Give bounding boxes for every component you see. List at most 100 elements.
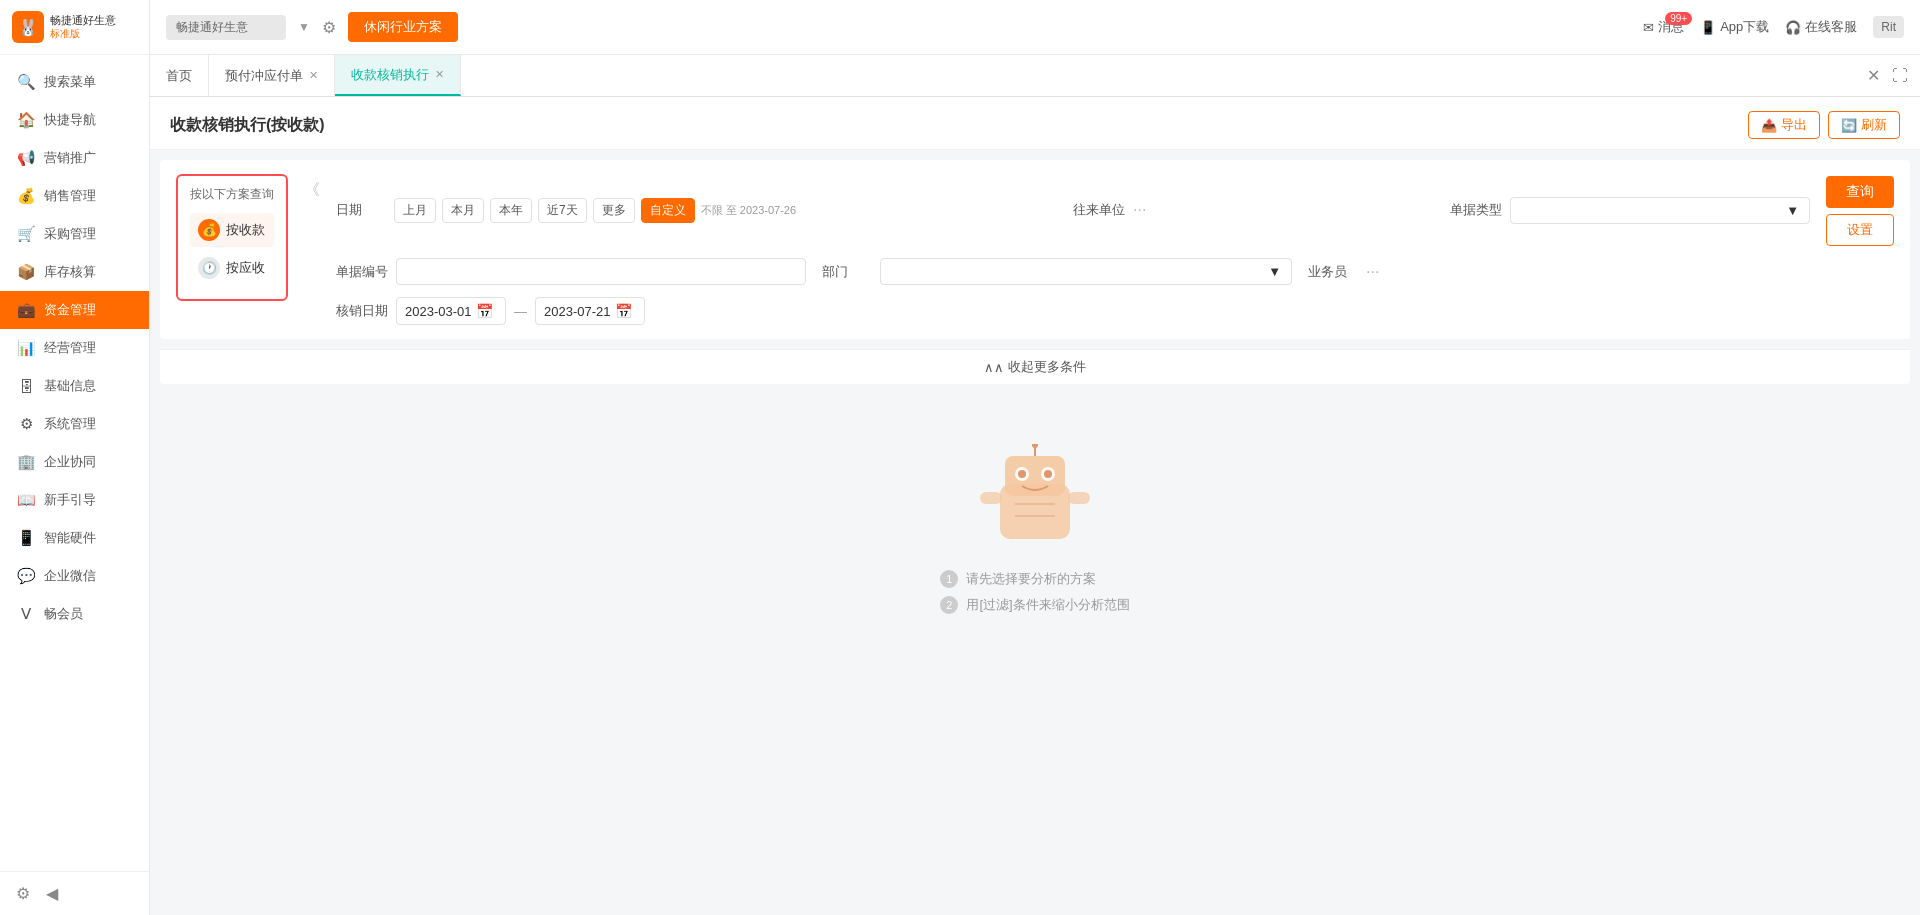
tab-home[interactable]: 首页 <box>150 55 209 96</box>
sidebar-item-search[interactable]: 🔍搜索菜单 <box>0 63 149 101</box>
logo-text: 畅捷通好生意 标准版 <box>50 13 116 41</box>
calendar-start-icon[interactable]: 📅 <box>476 303 493 319</box>
date-no-limit-text: 不限 至 2023-07-26 <box>701 203 796 218</box>
svg-point-4 <box>1018 470 1026 478</box>
filter-collapse-button[interactable]: 《 <box>300 176 324 205</box>
collapse-label: 收起更多条件 <box>1008 358 1086 376</box>
sidebar-item-sales[interactable]: 💰 销售管理 <box>0 177 149 215</box>
dept-select[interactable]: ▼ <box>880 258 1292 285</box>
settings-icon[interactable]: ⚙ <box>16 884 30 903</box>
chevron-down-icon[interactable]: ▼ <box>298 20 310 34</box>
setting-button[interactable]: 设置 <box>1826 214 1894 246</box>
svg-point-9 <box>1032 444 1038 448</box>
collapse-sidebar-icon[interactable]: ◀ <box>46 884 58 903</box>
filter-receivable-label: 按应收 <box>226 259 265 277</box>
page-header: 收款核销执行(按收款) 📤 导出 🔄 刷新 <box>150 97 1920 150</box>
docno-input[interactable] <box>396 258 806 285</box>
date-btn-this-year[interactable]: 本年 <box>490 198 532 223</box>
doctype-select[interactable]: ▼ <box>1510 197 1811 224</box>
inventory-icon: 📦 <box>16 263 36 281</box>
member-icon: Ⅴ <box>16 605 36 623</box>
date-btn-last-month[interactable]: 上月 <box>394 198 436 223</box>
message-badge: 99+ <box>1665 12 1692 25</box>
filter-section-title: 按以下方案查询 <box>190 186 274 203</box>
online-service-button[interactable]: 🎧 在线客服 <box>1785 18 1857 36</box>
sidebar-item-label-marketing: 营销推广 <box>44 149 96 167</box>
empty-robot-illustration <box>975 444 1095 554</box>
tab-prepay-close-icon[interactable]: ✕ <box>309 69 318 82</box>
sidebar-item-marketing[interactable]: 📢 营销推广 <box>0 139 149 177</box>
user-avatar[interactable]: Rit <box>1873 16 1904 38</box>
sidebar-item-operation[interactable]: 📊经营管理 <box>0 329 149 367</box>
sidebar-item-wechat[interactable]: 💬企业微信 <box>0 557 149 595</box>
sidebar-item-basic[interactable]: 🗄基础信息 <box>0 367 149 405</box>
sidebar-item-quick[interactable]: 🏠快捷导航 <box>0 101 149 139</box>
dept-label: 部门 <box>822 263 872 281</box>
app-download-button[interactable]: 📱 App下载 <box>1700 18 1769 36</box>
tab-collection-close-icon[interactable]: ✕ <box>435 68 444 81</box>
doctype-label: 单据类型 <box>1450 201 1502 219</box>
docno-label: 单据编号 <box>336 263 388 281</box>
svg-rect-6 <box>980 492 1002 504</box>
collapse-more-button[interactable]: ∧∧ 收起更多条件 <box>160 349 1910 384</box>
partner-select-dots[interactable]: ··· <box>1133 201 1146 219</box>
export-button[interactable]: 📤 导出 <box>1748 111 1820 139</box>
tab-collection-label: 收款核销执行 <box>351 66 429 84</box>
logo-name: 畅捷通好生意 <box>50 13 116 27</box>
empty-tips: 1 请先选择要分析的方案 2 用[过滤]条件来缩小分析范围 <box>940 570 1129 614</box>
chevron-down-icon: ▼ <box>1268 264 1281 279</box>
sidebar-item-newbie[interactable]: 📖新手引导 <box>0 481 149 519</box>
newbie-icon: 📖 <box>16 491 36 509</box>
sidebar-item-member[interactable]: Ⅴ 畅会员 <box>0 595 149 633</box>
filter-date-field: 日期 上月 本月 本年 近7天 更多 自定义 不限 至 2023-07-26 <box>336 198 1057 223</box>
date-btn-7days[interactable]: 近7天 <box>538 198 587 223</box>
close-window-icon[interactable]: ✕ <box>1863 62 1884 89</box>
sales-icon: 💰 <box>16 187 36 205</box>
tab-collection[interactable]: 收款核销执行 ✕ <box>335 55 461 96</box>
solution-button[interactable]: 休闲行业方案 <box>348 12 458 42</box>
sidebar-item-system[interactable]: ⚙ 系统管理 <box>0 405 149 443</box>
sidebar-item-inventory[interactable]: 📦库存核算 <box>0 253 149 291</box>
salesman-select-dots[interactable]: ··· <box>1366 263 1379 281</box>
date-btn-more[interactable]: 更多 <box>593 198 635 223</box>
refresh-button[interactable]: 🔄 刷新 <box>1828 111 1900 139</box>
service-icon: 🎧 <box>1785 20 1801 35</box>
receipt-icon: 💰 <box>198 219 220 241</box>
maximize-window-icon[interactable]: ⛶ <box>1888 63 1912 89</box>
calendar-end-icon[interactable]: 📅 <box>615 303 632 319</box>
filter-docno-field: 单据编号 <box>336 258 806 285</box>
export-icon: 📤 <box>1761 118 1777 133</box>
message-button[interactable]: ✉ 消息 99+ <box>1643 18 1684 36</box>
hardware-icon: 📱 <box>16 529 36 547</box>
filter-option-receivable[interactable]: 🕐 按应收 <box>190 251 274 285</box>
verify-date-start-input[interactable]: 2023-03-01 📅 <box>396 297 506 325</box>
tip-num-2: 2 <box>940 596 958 614</box>
marketing-icon: 📢 <box>16 149 36 167</box>
query-button[interactable]: 查询 <box>1826 176 1894 208</box>
sidebar-item-label-member: 畅会员 <box>44 605 83 623</box>
filter-partner-field: 往来单位 ··· <box>1073 201 1434 219</box>
filter-option-receipt[interactable]: 💰 按收款 <box>190 213 274 247</box>
gear-icon[interactable]: ⚙ <box>322 18 336 37</box>
operation-icon: 📊 <box>16 339 36 357</box>
sidebar-item-label-sales: 销售管理 <box>44 187 96 205</box>
filter-row-3: 核销日期 2023-03-01 📅 — 2023-07-21 📅 <box>336 297 1894 325</box>
tab-prepay[interactable]: 预付冲应付单 ✕ <box>209 55 335 96</box>
partner-label: 往来单位 <box>1073 201 1125 219</box>
verify-date-end-input[interactable]: 2023-07-21 📅 <box>535 297 645 325</box>
date-btn-this-month[interactable]: 本月 <box>442 198 484 223</box>
page-area: 收款核销执行(按收款) 📤 导出 🔄 刷新 按以下方案查询 💰 <box>150 97 1920 915</box>
system-icon: ⚙ <box>16 415 36 433</box>
sidebar-item-label-hardware: 智能硬件 <box>44 529 96 547</box>
date-btn-custom[interactable]: 自定义 <box>641 198 695 223</box>
sidebar-item-purchase[interactable]: 🛒采购管理 <box>0 215 149 253</box>
sidebar-item-label-purchase: 采购管理 <box>44 225 96 243</box>
sidebar-item-label-system: 系统管理 <box>44 415 96 433</box>
verify-end-value: 2023-07-21 <box>544 304 611 319</box>
sidebar-item-hardware[interactable]: 📱 智能硬件 <box>0 519 149 557</box>
sidebar-item-finance[interactable]: 💼资金管理 <box>0 291 149 329</box>
topbar-brand: 畅捷通好生意 <box>166 15 286 40</box>
tab-prepay-label: 预付冲应付单 <box>225 67 303 85</box>
sidebar-item-label-wechat: 企业微信 <box>44 567 96 585</box>
sidebar-item-enterprise[interactable]: 🏢企业协同 <box>0 443 149 481</box>
